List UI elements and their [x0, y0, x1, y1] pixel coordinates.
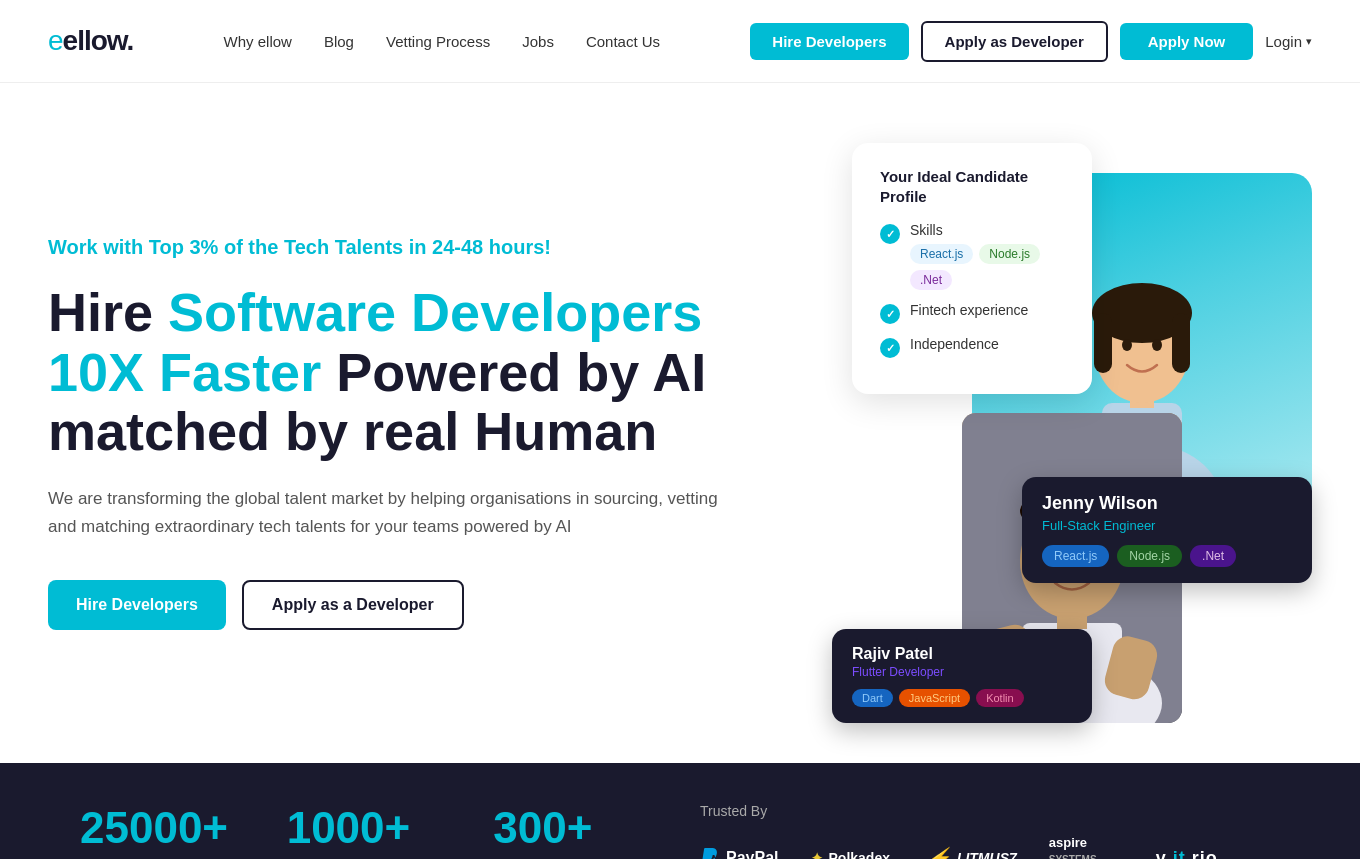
- rajiv-tag-dart: Dart: [852, 689, 893, 707]
- chevron-down-icon: ▾: [1306, 35, 1312, 48]
- hero-title-cyan2: 10X Faster: [48, 342, 321, 402]
- rajiv-patel-card: Rajiv Patel Flutter Developer Dart JavaS…: [832, 629, 1092, 723]
- fintech-label: Fintech experience: [910, 302, 1028, 318]
- hero-title: Hire Software Developers 10X Faster Powe…: [48, 283, 768, 461]
- hero-left: Work with Top 3% of the Tech Talents in …: [48, 236, 808, 630]
- nav-link-jobs[interactable]: Jobs: [522, 33, 554, 50]
- jenny-tag-node: Node.js: [1117, 545, 1182, 567]
- skills-row: Skills React.js Node.js .Net: [880, 222, 1064, 290]
- jenny-tags: React.js Node.js .Net: [1042, 545, 1292, 567]
- jenny-name: Jenny Wilson: [1042, 493, 1292, 514]
- nav-link-contact[interactable]: Contact Us: [586, 33, 660, 50]
- candidate-profile-card: Your Ideal Candidate Profile Skills Reac…: [852, 143, 1092, 394]
- trusted-title: Trusted By: [700, 803, 767, 819]
- check-icon-independence: [880, 338, 900, 358]
- login-button[interactable]: Login ▾: [1265, 33, 1312, 50]
- polkadex-icon: ✦: [811, 850, 823, 859]
- nav-link-blog[interactable]: Blog: [324, 33, 354, 50]
- hero-description: We are transforming the global talent ma…: [48, 485, 728, 539]
- jenny-tag-react: React.js: [1042, 545, 1109, 567]
- independence-row: Independence: [880, 336, 1064, 358]
- vitrio-logo: vitrio: [1156, 848, 1218, 859]
- hire-developers-nav-button[interactable]: Hire Developers: [750, 23, 908, 60]
- check-icon-fintech: [880, 304, 900, 324]
- skill-tags: React.js Node.js .Net: [910, 244, 1064, 290]
- apply-as-developer-hero-button[interactable]: Apply as a Developer: [242, 580, 464, 630]
- nav-link-vetting[interactable]: Vetting Process: [386, 33, 490, 50]
- check-icon-skills: [880, 224, 900, 244]
- stat-customers: 300+ Happy customers: [493, 803, 700, 859]
- rajiv-tag-kotlin: Kotlin: [976, 689, 1024, 707]
- hero-buttons: Hire Developers Apply as a Developer: [48, 580, 768, 630]
- nav-links: Why ellow Blog Vetting Process Jobs Cont…: [224, 33, 661, 50]
- nav-link-why-ellow[interactable]: Why ellow: [224, 33, 292, 50]
- tag-nodejs: Node.js: [979, 244, 1040, 264]
- stat-number-candidates: 25000+: [80, 803, 287, 853]
- aspire-systems-logo: aspireSYSTEMSattention. always.: [1049, 835, 1124, 859]
- paypal-logo: PayPal: [700, 848, 778, 859]
- svg-rect-5: [1094, 313, 1112, 373]
- hire-developers-hero-button[interactable]: Hire Developers: [48, 580, 226, 630]
- rajiv-name: Rajiv Patel: [852, 645, 1072, 663]
- jenny-tag-net: .Net: [1190, 545, 1236, 567]
- independence-label: Independence: [910, 336, 999, 352]
- fintech-row: Fintech experience: [880, 302, 1064, 324]
- hero-tagline: Work with Top 3% of the Tech Talents in …: [48, 236, 768, 259]
- rajiv-role: Flutter Developer: [852, 665, 1072, 679]
- stat-number-customers: 300+: [493, 803, 700, 853]
- tag-net: .Net: [910, 270, 952, 290]
- stats-bar: 25000+ ellow certified candidates 1000+ …: [0, 763, 1360, 859]
- hero-title-part3: matched by real Human: [48, 401, 657, 461]
- candidate-card-title: Your Ideal Candidate Profile: [880, 167, 1064, 206]
- svg-point-7: [1122, 339, 1132, 351]
- stat-candidates: 25000+ ellow certified candidates: [80, 803, 287, 859]
- litmus-icon: ⚡: [926, 846, 951, 859]
- jenny-wilson-card: Jenny Wilson Full-Stack Engineer React.j…: [1022, 477, 1312, 583]
- nav-actions: Hire Developers Apply as Developer Apply…: [750, 21, 1312, 62]
- polkadex-logo: ✦ Polkadex.: [811, 850, 894, 859]
- stat-number-contracts: 1000+: [287, 803, 494, 853]
- jenny-role: Full-Stack Engineer: [1042, 518, 1292, 533]
- litmus7-logo: ⚡ LITMUS7: [926, 846, 1017, 859]
- svg-point-8: [1152, 339, 1162, 351]
- skills-label: Skills: [910, 222, 1064, 238]
- hero-right: Your Ideal Candidate Profile Skills Reac…: [832, 143, 1312, 723]
- navbar: eellow. Why ellow Blog Vetting Process J…: [0, 0, 1360, 83]
- hero-section: Work with Top 3% of the Tech Talents in …: [0, 83, 1360, 763]
- stat-contracts: 1000+ Contracts: [287, 803, 494, 859]
- logo[interactable]: eellow.: [48, 25, 133, 57]
- svg-rect-6: [1172, 313, 1190, 373]
- tag-react: React.js: [910, 244, 973, 264]
- rajiv-tags: Dart JavaScript Kotlin: [852, 689, 1072, 707]
- apply-as-developer-nav-button[interactable]: Apply as Developer: [921, 21, 1108, 62]
- apply-now-nav-button[interactable]: Apply Now: [1120, 23, 1254, 60]
- rajiv-tag-js: JavaScript: [899, 689, 970, 707]
- hero-title-cyan1: Software Developers: [168, 282, 702, 342]
- trusted-section: Trusted By PayPal ✦ Polkadex. ⚡ LITMUS7 …: [700, 803, 1280, 859]
- trusted-logos: PayPal ✦ Polkadex. ⚡ LITMUS7 aspireSYSTE…: [700, 835, 1218, 859]
